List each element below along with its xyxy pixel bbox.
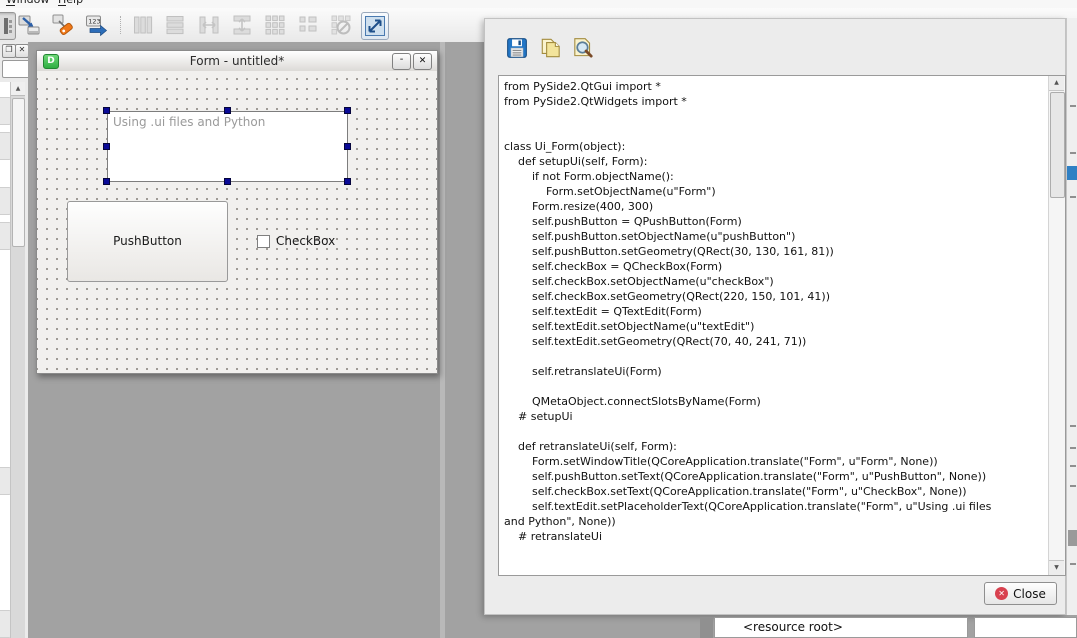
minimize-button[interactable]: - (392, 53, 411, 70)
resource-root-item[interactable]: <resource root> (743, 620, 843, 634)
selection-handle[interactable] (344, 178, 351, 185)
code-scrollbar[interactable]: ▲ ▼ (1048, 76, 1065, 575)
dock-close-icon[interactable]: ✕ (15, 44, 29, 58)
widget-list[interactable] (0, 82, 10, 638)
tree-branch-mark (1070, 465, 1076, 467)
mdi-splitter[interactable] (440, 42, 445, 638)
scroll-up-icon[interactable]: ▲ (11, 82, 25, 96)
layout-form-icon[interactable] (295, 12, 321, 38)
layout-grid-icon[interactable] (262, 12, 288, 38)
mnemonic-underline (6, 5, 15, 6)
generated-code[interactable]: from PySide2.QtGui import * from PySide2… (504, 79, 1047, 544)
layout-horizontal-icon[interactable] (130, 12, 156, 38)
mnemonic-underline (58, 5, 66, 6)
right-dock-sliver (1066, 18, 1077, 615)
textedit-placeholder: Using .ui files and Python (113, 115, 265, 129)
save-icon[interactable] (506, 37, 530, 61)
scrollbar-thumb[interactable] (1050, 92, 1065, 198)
edit-signals-slots-icon[interactable] (16, 12, 42, 38)
selection-handle[interactable] (344, 107, 351, 114)
scrollbar-thumb[interactable] (12, 98, 25, 247)
tree-branch-mark (1070, 563, 1076, 565)
resource-dock-fragment (700, 617, 713, 638)
menu-bar: Window Help (0, 0, 1077, 8)
widget-filter-input[interactable] (2, 60, 29, 78)
break-layout-icon[interactable] (328, 12, 354, 38)
qt-designer-screen: Window Help 123 (0, 0, 1077, 638)
selection-handle[interactable] (224, 178, 231, 185)
selection-handle[interactable] (103, 178, 110, 185)
form-editor-window: D Form - untitled* - ✕ Using .ui files a… (36, 50, 438, 374)
widget-box-scrollbar[interactable]: ▲ (10, 82, 25, 638)
tree-branch-mark (1070, 152, 1076, 154)
tree-branch-mark (1070, 447, 1076, 449)
close-button-label: Close (1013, 587, 1046, 601)
edit-tab-order-icon[interactable]: 123 (84, 12, 110, 38)
close-button[interactable]: ✕ Close (984, 582, 1057, 605)
pushbutton-label: PushButton (113, 234, 182, 248)
selection-handle[interactable] (224, 107, 231, 114)
tree-branch-mark (1070, 105, 1076, 107)
adjust-size-icon[interactable] (361, 12, 389, 40)
checkbox-widget[interactable]: CheckBox (257, 221, 358, 262)
pushbutton-widget[interactable]: PushButton (67, 201, 228, 282)
selection-handle[interactable] (344, 143, 351, 150)
layout-horizontal-splitter-icon[interactable] (196, 12, 222, 38)
dock-float-icon[interactable]: ❐ (2, 44, 16, 58)
form-window-titlebar[interactable]: D Form - untitled* - ✕ (37, 51, 437, 72)
checkbox-label: CheckBox (276, 234, 335, 248)
resource-detail-panel[interactable] (974, 617, 1077, 638)
code-preview-dialog: from PySide2.QtGui import * from PySide2… (484, 18, 1066, 615)
layout-vertical-splitter-icon[interactable] (229, 12, 255, 38)
code-view[interactable]: from PySide2.QtGui import * from PySide2… (498, 75, 1066, 576)
scroll-down-icon[interactable]: ▼ (1049, 560, 1064, 575)
form-window-title: Form - untitled* (37, 51, 437, 71)
selected-row-fragment (1067, 166, 1077, 180)
layout-vertical-icon[interactable] (162, 12, 188, 38)
textedit-widget[interactable]: Using .ui files and Python (107, 111, 348, 182)
form-canvas[interactable]: Using .ui files and Python PushButton Ch… (37, 71, 437, 373)
scroll-up-icon[interactable]: ▲ (1049, 76, 1064, 91)
edit-buddies-icon[interactable] (50, 12, 76, 38)
close-window-button[interactable]: ✕ (413, 53, 432, 70)
tree-branch-mark (1070, 485, 1076, 487)
toolbar-separator (120, 16, 121, 34)
widget-box-dock: ❐ ✕ ▲ (0, 42, 29, 638)
close-x-icon: ✕ (995, 587, 1008, 600)
tree-branch-mark (1070, 425, 1076, 427)
selection-handle[interactable] (103, 107, 110, 114)
selection-handle[interactable] (103, 143, 110, 150)
tree-branch-mark (1070, 196, 1076, 198)
svg-text:123: 123 (88, 18, 100, 26)
edit-widgets-icon[interactable] (0, 12, 16, 40)
copy-icon[interactable] (539, 37, 563, 61)
resource-tree-panel[interactable]: <resource root> (714, 617, 968, 638)
scrollbar-fragment (1068, 530, 1077, 546)
checkbox-box[interactable] (257, 235, 270, 248)
find-icon[interactable] (571, 37, 595, 61)
